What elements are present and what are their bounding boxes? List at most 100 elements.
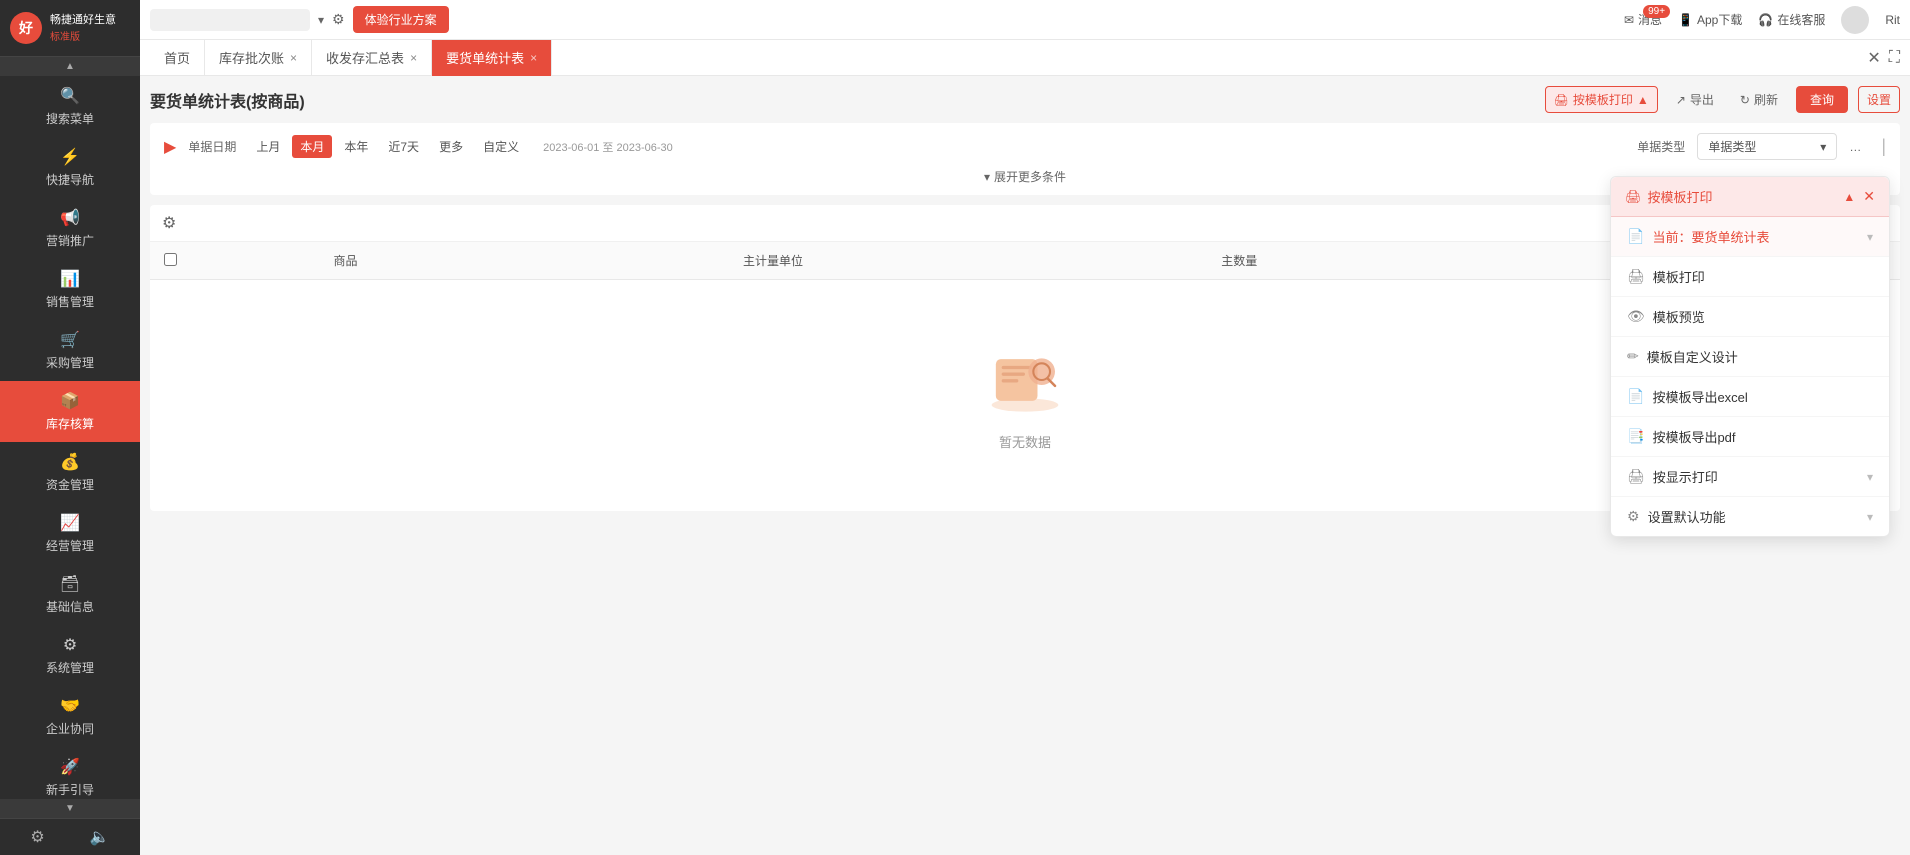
popup-title: 按模板打印 xyxy=(1648,187,1713,206)
date-btn-week7[interactable]: 近7天 xyxy=(380,135,427,158)
popup-item-left: 📑 按模板导出pdf xyxy=(1627,427,1736,446)
popup-item-export-excel[interactable]: 📄 按模板导出excel xyxy=(1611,377,1889,417)
refresh-label: 刷新 xyxy=(1754,91,1778,108)
tab-receipt-summary-label: 收发存汇总表 xyxy=(326,48,404,67)
tabbar-close-all[interactable]: ✕ xyxy=(1867,48,1880,68)
expand-more-btn[interactable]: ▾ 展开更多条件 xyxy=(984,168,1066,185)
default-func-icon: ⚙ xyxy=(1627,508,1640,525)
tab-batch-account[interactable]: 库存批次账 × xyxy=(205,40,312,76)
user-avatar[interactable] xyxy=(1841,6,1869,34)
current-template-icon: 📄 xyxy=(1627,228,1644,245)
tab-batch-account-close[interactable]: × xyxy=(290,51,297,65)
tab-home[interactable]: 首页 xyxy=(150,40,205,76)
finance-icon: 💰 xyxy=(60,452,80,472)
sidebar-scroll-down[interactable]: ▼ xyxy=(0,799,140,818)
popup-item-template-design[interactable]: ✏ 模板自定义设计 xyxy=(1611,337,1889,377)
page-actions: 🖨 按模板打印 ▲ ↗ 导出 ↻ 刷新 查询 设置 xyxy=(1545,86,1900,113)
query-button[interactable]: 查询 xyxy=(1796,86,1848,113)
tab-receipt-summary[interactable]: 收发存汇总表 × xyxy=(312,40,432,76)
popup-item-export-pdf[interactable]: 📑 按模板导出pdf xyxy=(1611,417,1889,457)
main-area: ▾ ⚙ 体验行业方案 ✉ 消息 99+ 📱 App下载 🎧 在线客服 Rit 首… xyxy=(140,0,1910,855)
sales-icon: 📊 xyxy=(60,269,80,289)
inventory-icon: 📦 xyxy=(60,391,80,411)
operations-icon: 📈 xyxy=(60,513,80,533)
tab-batch-account-label: 库存批次账 xyxy=(219,48,284,67)
messages-button[interactable]: ✉ 消息 99+ xyxy=(1624,11,1662,28)
print-template-popup: 🖨 按模板打印 ▲ ✕ 📄 当前：要货单统计表 ▾ 🖨 模板打印 xyxy=(1610,176,1890,537)
sidebar-item-basic[interactable]: 🗃 基础信息 xyxy=(0,564,140,625)
tabbar: 首页 库存批次账 × 收发存汇总表 × 要货单统计表 × ✕ ⛶ xyxy=(140,40,1910,76)
filter-row-date: ▶ 单据日期 上月 本月 本年 近7天 更多 自定义 2023-06-01 至 … xyxy=(164,133,1886,160)
date-btn-current[interactable]: 本月 xyxy=(292,135,332,158)
doc-type-label: 单据类型 xyxy=(1637,138,1685,155)
export-button[interactable]: ↗ 导出 xyxy=(1668,87,1722,112)
messages-badge: 99+ xyxy=(1643,5,1670,18)
sidebar-settings-icon[interactable]: ⚙ xyxy=(30,827,44,847)
industry-solution-button[interactable]: 体验行业方案 xyxy=(353,6,449,33)
refresh-button[interactable]: ↻ 刷新 xyxy=(1732,87,1786,112)
guide-icon: 🚀 xyxy=(60,757,80,777)
sidebar-item-inventory[interactable]: 📦 库存核算 xyxy=(0,381,140,442)
popup-item-template-print[interactable]: 🖨 模板打印 xyxy=(1611,257,1889,297)
headset-icon: 🎧 xyxy=(1758,13,1773,27)
date-btn-more[interactable]: 更多 xyxy=(431,135,471,158)
sidebar-scroll-up[interactable]: ▲ xyxy=(0,57,140,76)
online-service-button[interactable]: 🎧 在线客服 xyxy=(1758,11,1825,28)
popup-item-template-preview[interactable]: 👁 模板预览 xyxy=(1611,297,1889,337)
select-all-checkbox[interactable] xyxy=(164,253,177,266)
popup-close-button[interactable]: ✕ xyxy=(1863,188,1875,205)
search-input[interactable] xyxy=(150,9,310,31)
popup-chevron-up[interactable]: ▲ xyxy=(1843,190,1855,204)
print-template-button[interactable]: 🖨 按模板打印 ▲ xyxy=(1545,86,1658,113)
popup-item-label: 模板打印 xyxy=(1653,267,1705,286)
date-btn-custom[interactable]: 自定义 xyxy=(475,135,527,158)
sidebar-item-sales[interactable]: 📊 销售管理 xyxy=(0,259,140,320)
popup-item-default-func[interactable]: ⚙ 设置默认功能 ▾ xyxy=(1611,497,1889,536)
app-download-label: App下载 xyxy=(1697,11,1742,28)
sidebar-item-finance[interactable]: 💰 资金管理 xyxy=(0,442,140,503)
popup-item-left: 👁 模板预览 xyxy=(1627,307,1705,326)
sidebar-item-marketing[interactable]: 📢 营销推广 xyxy=(0,198,140,259)
sidebar-item-operations[interactable]: 📈 经营管理 xyxy=(0,503,140,564)
sidebar-speaker-icon[interactable]: 🔈 xyxy=(90,827,110,847)
popup-item-display-print[interactable]: 🖨 按显示打印 ▾ xyxy=(1611,457,1889,497)
date-filter-label: 单据日期 xyxy=(188,138,236,155)
sidebar-item-search[interactable]: 🔍 搜索菜单 xyxy=(0,76,140,137)
tab-order-stats-close[interactable]: × xyxy=(530,51,537,65)
popup-item-left: 🖨 模板打印 xyxy=(1627,267,1705,286)
template-preview-icon: 👁 xyxy=(1627,308,1645,325)
phone-icon: 📱 xyxy=(1678,13,1693,27)
export-excel-icon: 📄 xyxy=(1627,388,1644,405)
display-print-icon: 🖨 xyxy=(1627,468,1645,485)
date-btn-year[interactable]: 本年 xyxy=(336,135,376,158)
sidebar-item-system[interactable]: ⚙ 系统管理 xyxy=(0,625,140,686)
tab-order-stats-label: 要货单统计表 xyxy=(446,48,524,67)
popup-item-left: ✏ 模板自定义设计 xyxy=(1627,347,1738,366)
tab-receipt-summary-close[interactable]: × xyxy=(410,51,417,65)
settings-button[interactable]: 设置 xyxy=(1858,86,1900,113)
app-download-button[interactable]: 📱 App下载 xyxy=(1678,11,1742,28)
sidebar-item-guide[interactable]: 🚀 新手引导 xyxy=(0,747,140,799)
doc-type-select[interactable]: 单据类型 ▾ xyxy=(1697,133,1837,160)
popup-item-label: 按模板导出excel xyxy=(1652,387,1747,406)
sidebar: 好 畅捷通好生意 标准版 ▲ 🔍 搜索菜单 ⚡ 快捷导航 📢 营销推广 📊 销售… xyxy=(0,0,140,855)
popup-header: 🖨 按模板打印 ▲ ✕ xyxy=(1611,177,1889,217)
topbar-right: ✉ 消息 99+ 📱 App下载 🎧 在线客服 Rit xyxy=(1624,6,1900,34)
tab-order-stats[interactable]: 要货单统计表 × xyxy=(432,40,552,76)
topbar-gear-icon[interactable]: ⚙ xyxy=(332,11,345,28)
popup-current-template[interactable]: 📄 当前：要货单统计表 ▾ xyxy=(1611,217,1889,257)
tabbar-expand[interactable]: ⛶ xyxy=(1889,49,1900,67)
template-print-icon: 🖨 xyxy=(1627,268,1645,285)
date-btn-prev[interactable]: 上月 xyxy=(248,135,288,158)
sidebar-item-purchase[interactable]: 🛒 采购管理 xyxy=(0,320,140,381)
tab-home-label: 首页 xyxy=(164,48,190,67)
col-product: 商品 xyxy=(190,242,501,280)
sidebar-item-quicknav[interactable]: ⚡ 快捷导航 xyxy=(0,137,140,198)
chevron-up-icon: ▲ xyxy=(1637,93,1649,107)
sidebar-item-collab[interactable]: 🤝 企业协同 xyxy=(0,686,140,747)
username-label: Rit xyxy=(1885,13,1900,27)
topbar-dropdown-icon[interactable]: ▾ xyxy=(318,13,324,27)
filter-expand-icon[interactable]: ▶ xyxy=(164,137,176,157)
sidebar-bottom: ⚙ 🔈 xyxy=(0,818,140,855)
table-settings-icon[interactable]: ⚙ xyxy=(162,213,176,233)
